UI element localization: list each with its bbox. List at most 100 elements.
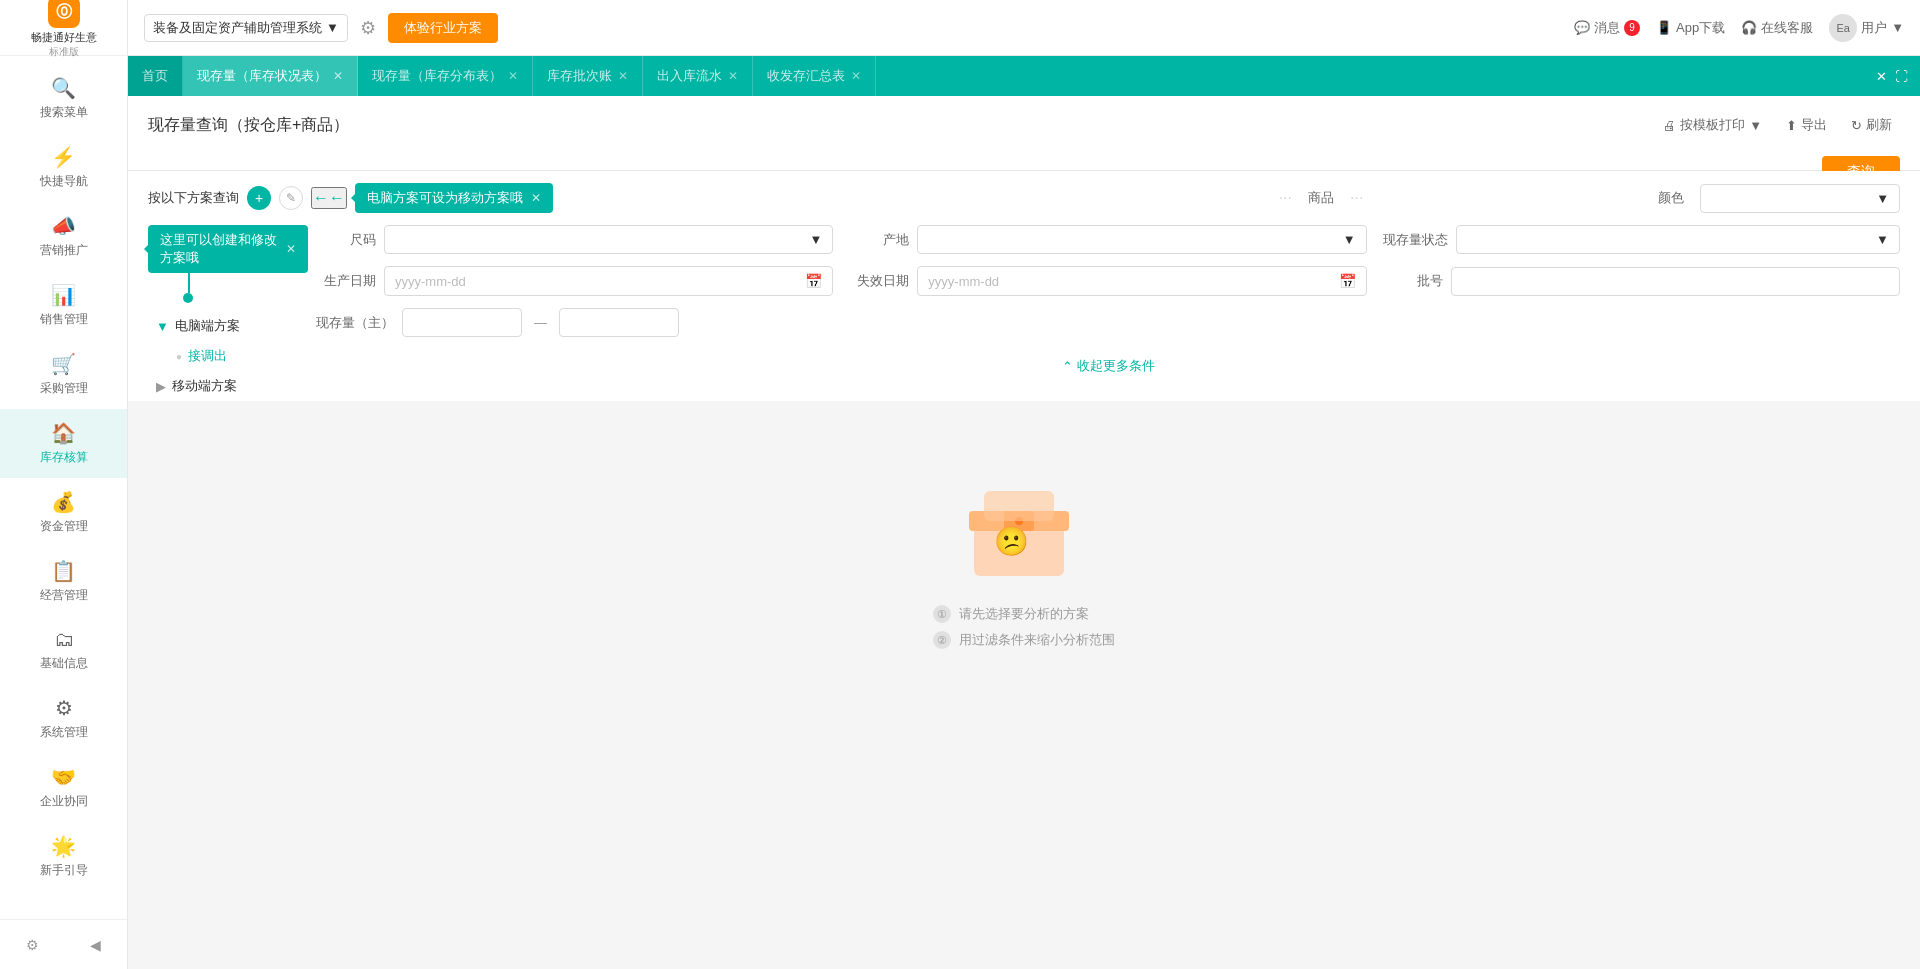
filter-right: 尺码 ▼ 产地 ▼ 现存量状态 ▼	[316, 225, 1900, 383]
stock-amount-label: 现存量（主）	[316, 314, 394, 332]
service-icon: 🎧	[1741, 20, 1757, 35]
goods-inline-dots: ···	[1350, 189, 1650, 207]
scheme-pc-items: ● 接调出	[148, 341, 308, 371]
guide-icon: 🌟	[51, 834, 76, 858]
user-menu[interactable]: Ea 用户 ▼	[1829, 14, 1904, 42]
stock-amount-to[interactable]	[559, 308, 679, 337]
color-chevron-icon: ▼	[1876, 191, 1889, 206]
sidebar-item-finance[interactable]: 💰 资金管理	[0, 478, 127, 547]
sidebar-collapse-btn[interactable]: ◀	[82, 929, 109, 961]
template-print-label: 按模板打印	[1680, 116, 1745, 134]
sidebar-item-quicknav[interactable]: ⚡ 快捷导航	[0, 133, 127, 202]
sidebar-item-search[interactable]: 🔍 搜索菜单	[0, 64, 127, 133]
sidebar-item-system[interactable]: ⚙ 系统管理	[0, 684, 127, 753]
sidebar-item-sales[interactable]: 📊 销售管理	[0, 271, 127, 340]
empty-svg: 😕	[964, 481, 1084, 581]
expire-date-input[interactable]: yyyy-mm-dd 📅	[917, 266, 1366, 296]
field-stock-status: 现存量状态 ▼	[1383, 225, 1900, 254]
origin-select[interactable]: ▼	[917, 225, 1366, 254]
tab-inventory-dist-close[interactable]: ✕	[508, 69, 518, 83]
scheme-pc-item-label: 接调出	[188, 347, 227, 365]
filter-back-btn[interactable]: ←←	[311, 187, 347, 209]
tab-home[interactable]: 首页	[128, 56, 183, 96]
tab-collect-summary[interactable]: 收发存汇总表 ✕	[753, 56, 876, 96]
sidebar-nav: 🔍 搜索菜单 ⚡ 快捷导航 📣 营销推广 📊 销售管理 🛒 采购管理 🏠 库存核…	[0, 56, 127, 919]
tab-inventory-status[interactable]: 现存量（库存状况表） ✕	[183, 56, 358, 96]
tab-expand-icon[interactable]: ⛶	[1895, 69, 1908, 84]
sidebar-item-guide[interactable]: 🌟 新手引导	[0, 822, 127, 891]
sidebar-label-finance: 资金管理	[40, 518, 88, 535]
app-download-btn[interactable]: 📱 App下载	[1656, 19, 1725, 37]
sidebar-item-inventory[interactable]: 🏠 库存核算	[0, 409, 127, 478]
sidebar-settings-btn[interactable]: ⚙	[18, 929, 47, 961]
form-row-2: 生产日期 yyyy-mm-dd 📅 失效日期 yyyy-mm-dd 📅	[316, 266, 1900, 296]
notification-icon: 💬	[1574, 20, 1590, 35]
tab-inventory-batch[interactable]: 库存批次账 ✕	[533, 56, 643, 96]
tooltip1-container: 电脑方案可设为移动方案哦 ✕	[355, 183, 553, 213]
online-service-btn[interactable]: 🎧 在线客服	[1741, 19, 1813, 37]
settings-icon[interactable]: ⚙	[360, 17, 376, 39]
selector-chevron-icon: ▼	[326, 20, 339, 35]
notification-btn[interactable]: 💬 消息 9	[1574, 19, 1640, 37]
tab-stock-flow-label: 出入库流水	[657, 67, 722, 85]
color-label-inline: 颜色	[1658, 189, 1684, 207]
field-expire-date: 失效日期 yyyy-mm-dd 📅	[849, 266, 1366, 296]
print-chevron-icon: ▼	[1749, 118, 1762, 133]
scheme-mobile-arrow: ▶	[156, 379, 166, 394]
tooltip1-close[interactable]: ✕	[531, 191, 541, 205]
stock-amount-from[interactable]	[402, 308, 522, 337]
tooltip2-close[interactable]: ✕	[286, 242, 296, 256]
export-btn[interactable]: ⬆ 导出	[1778, 112, 1835, 138]
system-selector[interactable]: 装备及固定资产辅助管理系统 ▼	[144, 14, 348, 42]
user-avatar: Ea	[1829, 14, 1857, 42]
sidebar-label-system: 系统管理	[40, 724, 88, 741]
collapse-label: 收起更多条件	[1077, 357, 1155, 375]
sidebar-label-marketing: 营销推广	[40, 242, 88, 259]
tab-collect-summary-close[interactable]: ✕	[851, 69, 861, 83]
filter-add-btn[interactable]: +	[247, 186, 271, 210]
sales-icon: 📊	[51, 283, 76, 307]
tab-stock-flow-close[interactable]: ✕	[728, 69, 738, 83]
scheme-pc[interactable]: ▼ 电脑端方案	[148, 311, 308, 341]
sidebar-item-marketing[interactable]: 📣 营销推广	[0, 202, 127, 271]
tab-inventory-batch-close[interactable]: ✕	[618, 69, 628, 83]
collapse-btn[interactable]: ⌃ 收起更多条件	[316, 349, 1900, 383]
filter-edit-btn[interactable]: ✎	[279, 186, 303, 210]
origin-label: 产地	[849, 231, 909, 249]
size-select[interactable]: ▼	[384, 225, 833, 254]
sidebar-label-inventory: 库存核算	[40, 449, 88, 466]
tab-stock-flow[interactable]: 出入库流水 ✕	[643, 56, 753, 96]
corp-icon: 🤝	[51, 765, 76, 789]
batch-no-label: 批号	[1383, 272, 1443, 290]
produce-date-input[interactable]: yyyy-mm-dd 📅	[384, 266, 833, 296]
tab-inventory-status-close[interactable]: ✕	[333, 69, 343, 83]
tab-inventory-dist[interactable]: 现存量（库存分布表） ✕	[358, 56, 533, 96]
sidebar-item-purchase[interactable]: 🛒 采购管理	[0, 340, 127, 409]
industry-btn[interactable]: 体验行业方案	[388, 13, 498, 43]
refresh-btn[interactable]: ↻ 刷新	[1843, 112, 1900, 138]
main-content: 现存量查询（按仓库+商品） 🖨 按模板打印 ▼ ⬆ 导出 ↻ 刷新 查询	[128, 96, 1920, 969]
step-2-num: ②	[933, 631, 951, 649]
tooltip1-bubble: 电脑方案可设为移动方案哦 ✕	[355, 183, 553, 213]
sidebar-item-basic[interactable]: 🗂 基础信息	[0, 616, 127, 684]
scheme-pc-item-0[interactable]: ● 接调出	[168, 341, 308, 371]
empty-state: 😕 ① 请先选择要分析的方案 ② 用过滤条件来缩小分析范围	[128, 401, 1920, 737]
stock-status-select[interactable]: ▼	[1456, 225, 1900, 254]
sidebar-item-corp[interactable]: 🤝 企业协同	[0, 753, 127, 822]
empty-step-2: ② 用过滤条件来缩小分析范围	[933, 631, 1115, 649]
tab-close-all-icon[interactable]: ✕	[1876, 69, 1887, 84]
color-select[interactable]: ▼	[1700, 184, 1900, 213]
batch-no-input[interactable]	[1451, 267, 1900, 296]
sidebar-item-operation[interactable]: 📋 经营管理	[0, 547, 127, 616]
system-title: 装备及固定资产辅助管理系统	[153, 19, 322, 37]
template-print-btn[interactable]: 🖨 按模板打印 ▼	[1655, 112, 1770, 138]
tab-bar: 首页 现存量（库存状况表） ✕ 现存量（库存分布表） ✕ 库存批次账 ✕ 出入库…	[128, 56, 1920, 96]
step-1-text: 请先选择要分析的方案	[959, 605, 1089, 623]
produce-date-placeholder: yyyy-mm-dd	[395, 274, 466, 289]
app-icon: 📱	[1656, 20, 1672, 35]
tooltip2-wrapper: 这里可以创建和修改方案哦 ✕	[148, 225, 308, 303]
scheme-mobile[interactable]: ▶ 移动端方案	[148, 371, 308, 401]
scheme-pc-item-dot: ●	[176, 351, 182, 362]
tab-controls: ✕ ⛶	[1864, 56, 1920, 96]
app-download-label: App下载	[1676, 19, 1725, 37]
